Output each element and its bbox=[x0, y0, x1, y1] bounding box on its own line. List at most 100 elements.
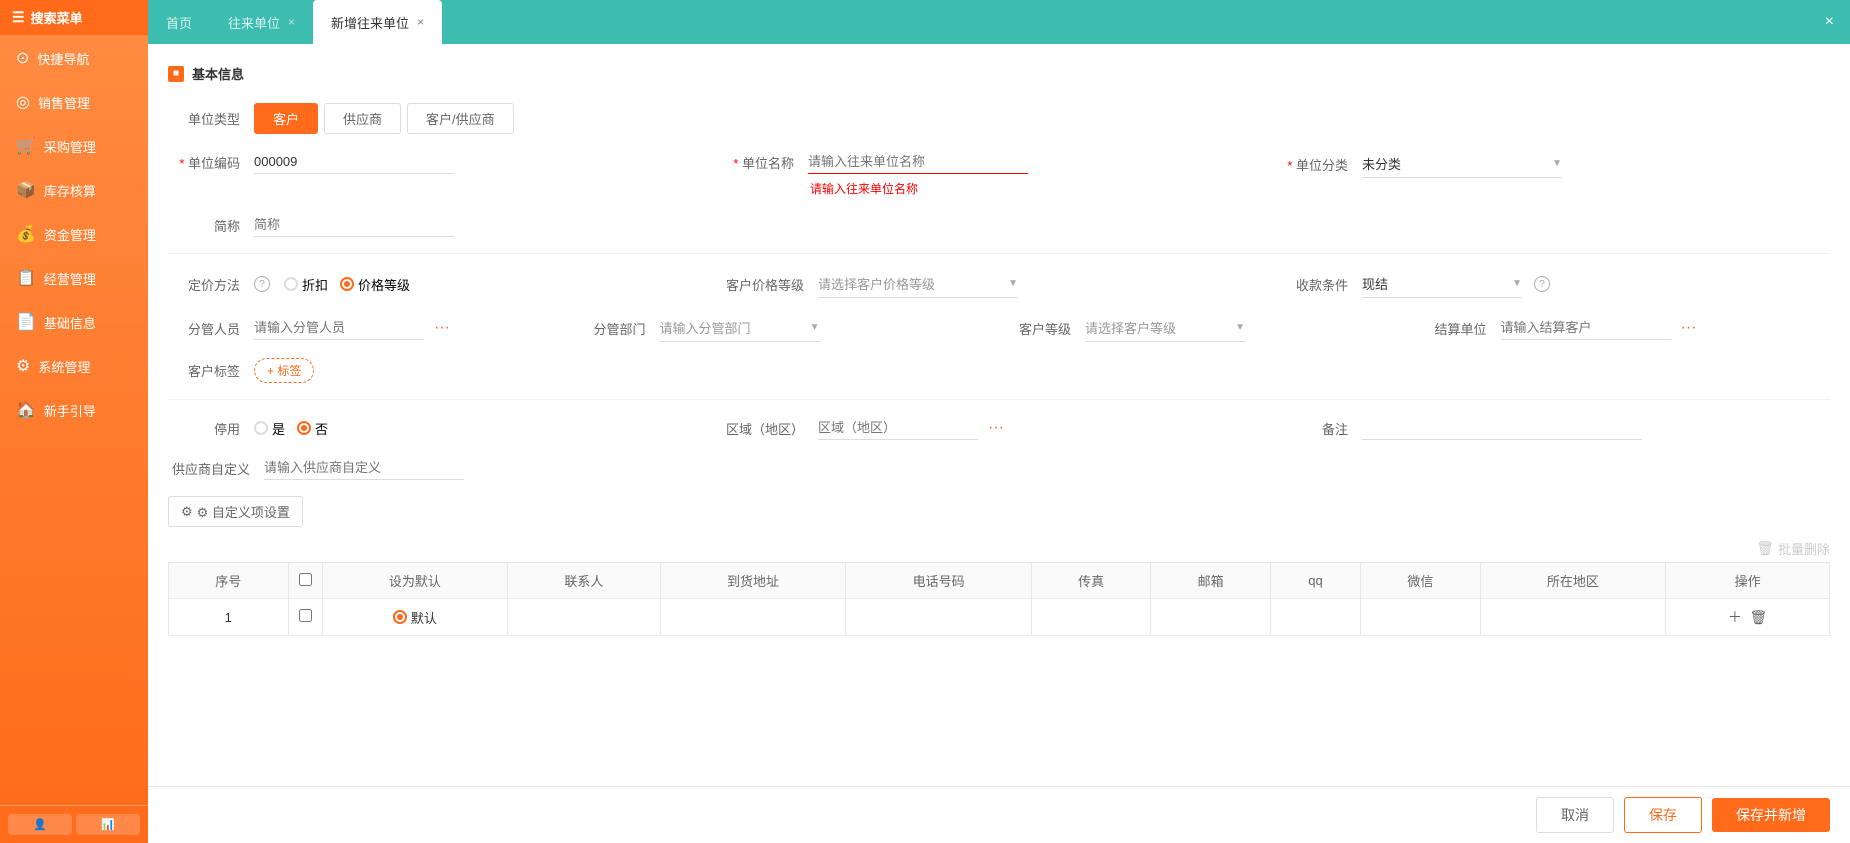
sidebar-item-system[interactable]: ⚙ 系统管理 bbox=[0, 344, 148, 388]
row-delete-btn[interactable]: 🗑 bbox=[1748, 607, 1770, 628]
sidebar-item-finance[interactable]: 💰 资金管理 bbox=[0, 212, 148, 256]
select-all-checkbox[interactable] bbox=[299, 573, 312, 586]
batch-delete-label[interactable]: 批量删除 bbox=[1778, 539, 1830, 558]
sidebar-label-operations: 经营管理 bbox=[44, 269, 96, 288]
settlement-unit-input[interactable] bbox=[1501, 316, 1671, 340]
unit-code-input[interactable] bbox=[254, 150, 454, 174]
customer-tag-label: 客户标签 bbox=[168, 361, 248, 380]
alias-group: 简称 bbox=[168, 213, 722, 237]
supervisor-input[interactable] bbox=[254, 316, 424, 340]
supplier-custom-input[interactable] bbox=[264, 456, 464, 480]
search-icon: ☰ bbox=[12, 9, 25, 26]
tab-bar: 首页 往来单位 × 新增往来单位 × × bbox=[148, 0, 1850, 44]
radio-price-level[interactable]: 价格等级 bbox=[340, 275, 410, 294]
region-more-btn[interactable]: ··· bbox=[984, 419, 1008, 437]
region-label: 区域（地区） bbox=[722, 419, 812, 438]
col-qq: qq bbox=[1270, 563, 1360, 599]
col-checkbox bbox=[288, 563, 322, 599]
tab-new-partner[interactable]: 新增往来单位 × bbox=[313, 0, 442, 44]
row-default-radio[interactable]: 默认 bbox=[333, 608, 498, 627]
sidebar-item-operations[interactable]: 📋 经营管理 bbox=[0, 256, 148, 300]
customer-price-level-select[interactable]: 请选择客户价格等级 ▼ bbox=[818, 270, 1018, 298]
region-input[interactable] bbox=[818, 416, 978, 440]
unit-category-value: 未分类 bbox=[1362, 154, 1552, 173]
unit-category-label: 单位分类 bbox=[1276, 155, 1356, 174]
radio-yes-label: 是 bbox=[272, 419, 285, 438]
customer-level-group: 客户等级 请选择客户等级 ▼ bbox=[999, 314, 1415, 342]
remark-input[interactable] bbox=[1362, 416, 1642, 440]
btn-supplier[interactable]: 供应商 bbox=[324, 103, 401, 134]
radio-disabled-no[interactable]: 否 bbox=[297, 419, 328, 438]
unit-category-arrow: ▼ bbox=[1552, 158, 1562, 169]
pricing-help-icon[interactable]: ? bbox=[254, 276, 270, 292]
content-area: ■ 基本信息 单位类型 客户 供应商 客户/供应商 单位编码 单位名称 bbox=[148, 44, 1850, 786]
row-seq: 1 bbox=[169, 599, 289, 636]
sidebar-item-basic[interactable]: 📄 基础信息 bbox=[0, 300, 148, 344]
row-default-label: 默认 bbox=[411, 608, 437, 627]
row-add-btn[interactable]: ＋ bbox=[1726, 605, 1744, 629]
row-action-cell: ＋ 🗑 bbox=[1666, 599, 1830, 636]
tab-close-all-btn[interactable]: × bbox=[1809, 0, 1850, 44]
sidebar-item-inventory[interactable]: 📦 库存核算 bbox=[0, 168, 148, 212]
radio-price-level-circle bbox=[340, 277, 354, 291]
tab-home[interactable]: 首页 bbox=[148, 0, 210, 44]
radio-discount[interactable]: 折扣 bbox=[284, 275, 328, 294]
tab-new-partner-label: 新增往来单位 bbox=[331, 13, 409, 32]
row-region-cell bbox=[1480, 599, 1666, 636]
sidebar-item-guide[interactable]: 🏠 新手引导 bbox=[0, 388, 148, 432]
btn-customer[interactable]: 客户 bbox=[254, 103, 318, 134]
settlement-unit-more-btn[interactable]: ··· bbox=[1677, 319, 1701, 337]
sidebar-bottom: 👤 📊 bbox=[0, 805, 148, 843]
unit-name-label: 单位名称 bbox=[722, 153, 802, 172]
unit-name-input[interactable] bbox=[808, 150, 1028, 174]
customer-level-label: 客户等级 bbox=[999, 319, 1079, 338]
radio-disabled-yes[interactable]: 是 bbox=[254, 419, 285, 438]
cancel-button[interactable]: 取消 bbox=[1536, 797, 1614, 833]
btn-both[interactable]: 客户/供应商 bbox=[407, 103, 514, 134]
sidebar: ☰ 搜索菜单 ⊙ 快捷导航 ◎ 销售管理 🛒 采购管理 📦 库存核算 💰 资金管… bbox=[0, 0, 148, 843]
batch-delete-icon: 🗑 bbox=[1756, 540, 1774, 557]
tab-new-partner-close[interactable]: × bbox=[417, 15, 424, 29]
row-checkbox bbox=[288, 599, 322, 636]
sidebar-search[interactable]: ☰ 搜索菜单 bbox=[0, 0, 148, 36]
col-default: 设为默认 bbox=[322, 563, 508, 599]
supervisor-group: 分管人员 ··· bbox=[168, 316, 584, 340]
customer-tag-group: 客户标签 + 标签 bbox=[168, 358, 1830, 383]
sidebar-bottom-btn2[interactable]: 📊 bbox=[76, 814, 140, 835]
sidebar-item-quicknav[interactable]: ⊙ 快捷导航 bbox=[0, 36, 148, 80]
payment-terms-select[interactable]: 现结 ▼ bbox=[1362, 270, 1522, 298]
sidebar-item-sales[interactable]: ◎ 销售管理 bbox=[0, 80, 148, 124]
sidebar-item-purchase[interactable]: 🛒 采购管理 bbox=[0, 124, 148, 168]
settlement-unit-label: 结算单位 bbox=[1415, 319, 1495, 338]
sidebar-search-label: 搜索菜单 bbox=[31, 8, 83, 27]
sidebar-label-system: 系统管理 bbox=[38, 357, 90, 376]
custom-settings-button[interactable]: ⚙ ⚙ 自定义项设置 bbox=[168, 496, 303, 527]
unit-type-row: 单位类型 客户 供应商 客户/供应商 bbox=[168, 103, 1830, 134]
dept-arrow: ▼ bbox=[810, 322, 820, 333]
alias-input[interactable] bbox=[254, 213, 454, 237]
sidebar-bottom-btn1[interactable]: 👤 bbox=[8, 814, 72, 835]
customer-level-select[interactable]: 请选择客户等级 ▼ bbox=[1085, 314, 1245, 342]
divider1 bbox=[168, 253, 1830, 254]
save-button[interactable]: 保存 bbox=[1624, 797, 1702, 833]
supervisor-more-btn[interactable]: ··· bbox=[430, 319, 454, 337]
pricing-method-label: 定价方法 bbox=[168, 275, 248, 294]
unit-category-select[interactable]: 未分类 ▼ bbox=[1362, 150, 1562, 178]
col-address: 到货地址 bbox=[660, 563, 846, 599]
col-fax: 传真 bbox=[1031, 563, 1151, 599]
payment-terms-help[interactable]: ? bbox=[1534, 276, 1550, 292]
tab-partners-label: 往来单位 bbox=[228, 13, 280, 32]
supervisor-row: 分管人员 ··· 分管部门 请输入分管部门 ▼ 客户等级 请选择客户等级 ▼ 结… bbox=[168, 314, 1830, 342]
tab-partners-close[interactable]: × bbox=[288, 15, 295, 29]
tab-partners[interactable]: 往来单位 × bbox=[210, 0, 313, 44]
dept-select[interactable]: 请输入分管部门 ▼ bbox=[660, 314, 820, 342]
code-name-category-row: 单位编码 单位名称 请输入往来单位名称 单位分类 未分类 ▼ bbox=[168, 150, 1830, 197]
supplier-custom-row: 供应商自定义 bbox=[168, 456, 1830, 480]
customer-level-placeholder: 请选择客户等级 bbox=[1085, 318, 1235, 337]
row-select-checkbox[interactable] bbox=[299, 609, 312, 622]
dept-placeholder: 请输入分管部门 bbox=[660, 318, 810, 337]
save-new-button[interactable]: 保存并新增 bbox=[1712, 798, 1830, 832]
row-default: 默认 bbox=[322, 599, 508, 636]
unit-category-group: 单位分类 未分类 ▼ bbox=[1276, 150, 1830, 178]
add-tag-button[interactable]: + 标签 bbox=[254, 358, 314, 383]
